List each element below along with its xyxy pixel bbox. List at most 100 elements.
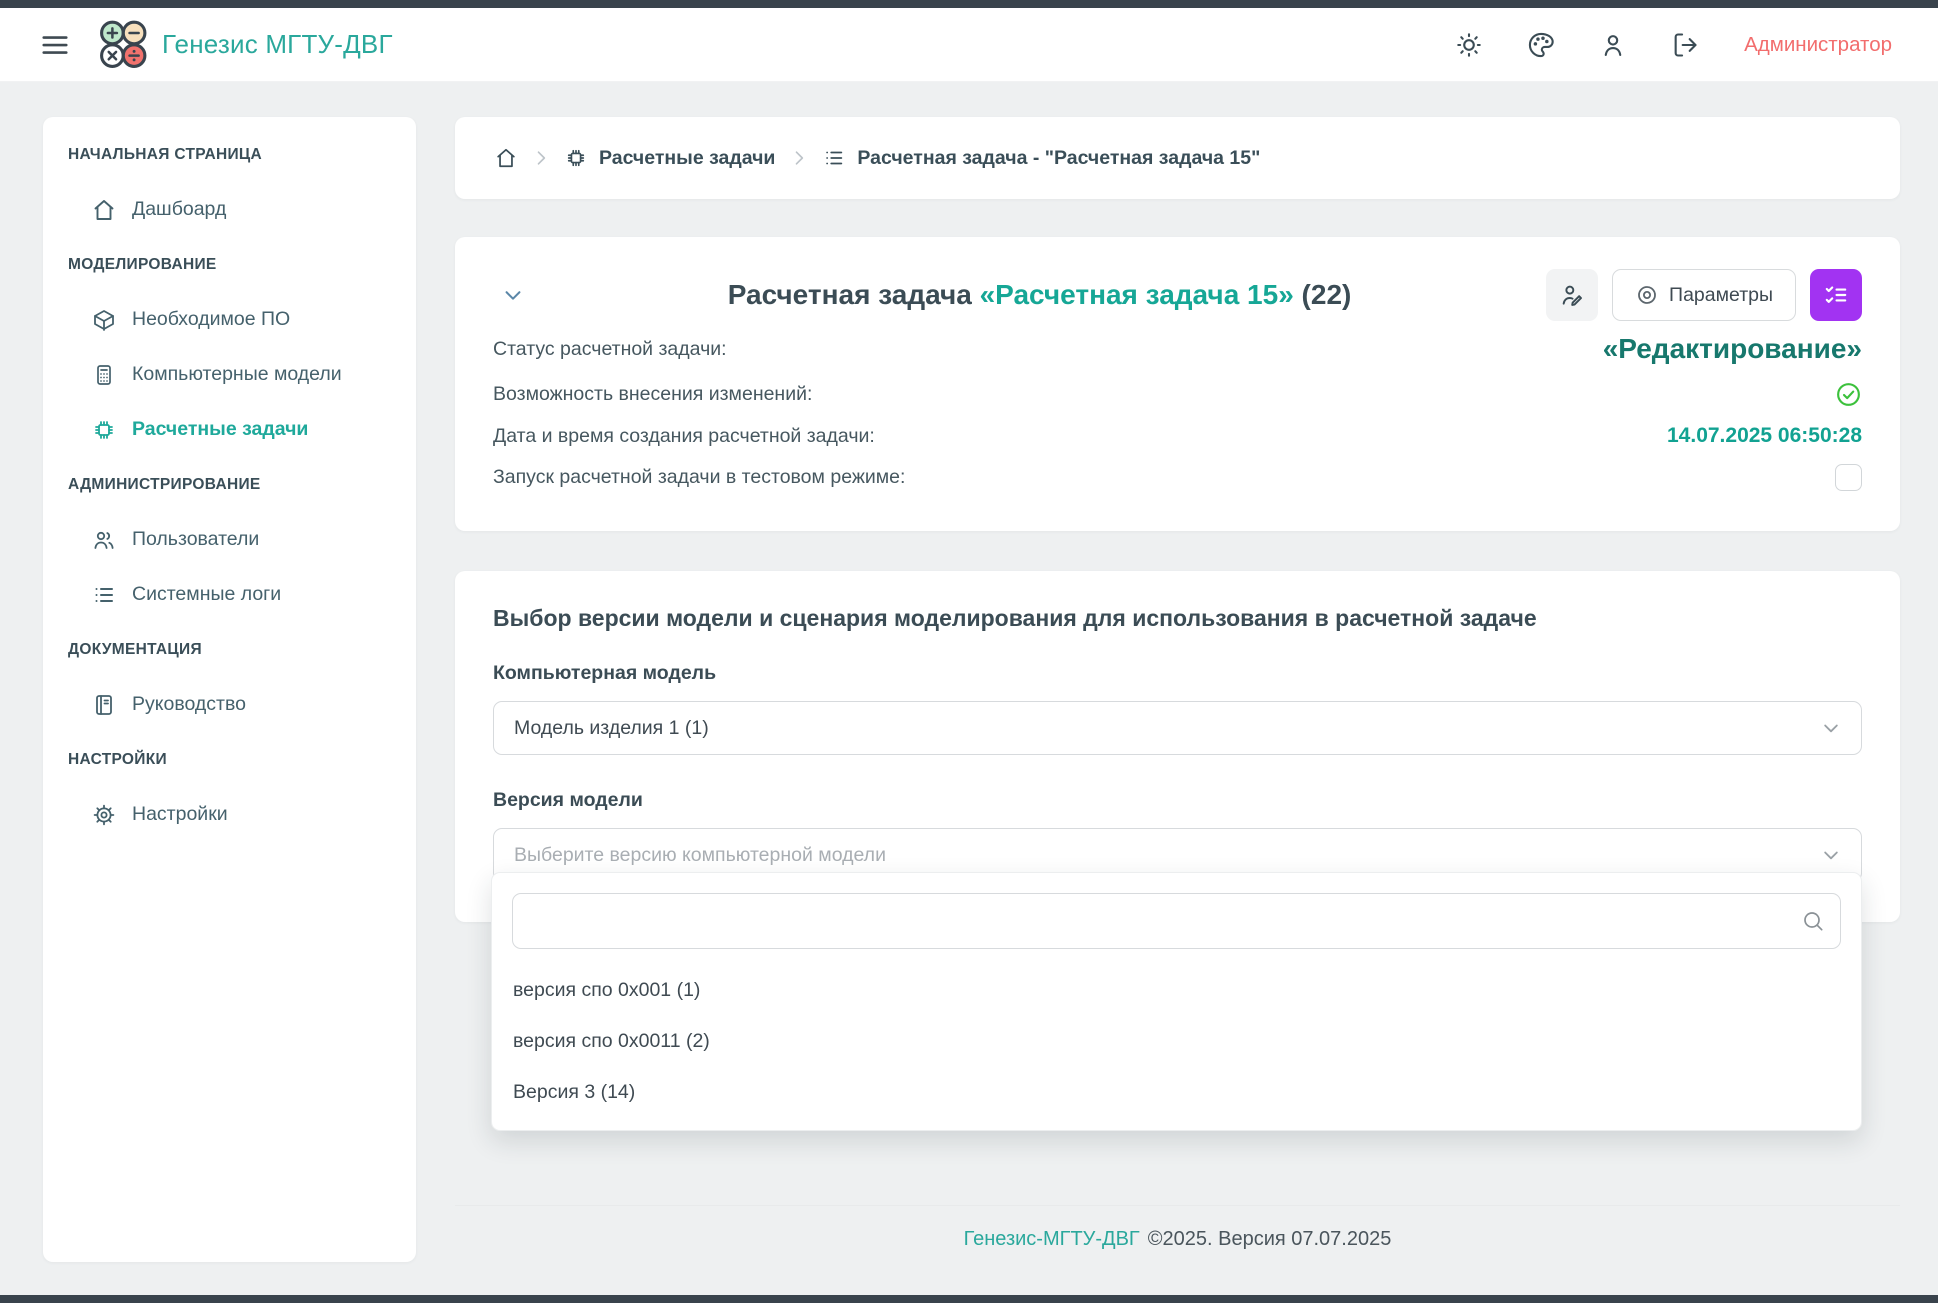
version-option[interactable]: версия спо 0x0011 (2) [492,1016,1861,1067]
task-created-row: Дата и время создания расчетной задачи: … [493,424,1862,448]
sidebar-item-required-software[interactable]: Необходимое ПО [43,292,416,347]
home-icon [92,198,116,222]
list-checks-icon [1823,282,1849,308]
sidebar-item-users[interactable]: Пользователи [43,512,416,567]
task-status-label: Статус расчетной задачи: [493,337,727,360]
users-icon [92,528,116,552]
model-select-value: Модель изделия 1 (1) [514,716,709,739]
sidebar-item-label: Руководство [132,693,246,715]
parameters-button[interactable]: Параметры [1612,269,1796,321]
calculator-icon [92,363,116,387]
app-logo-link[interactable]: Генезис МГТУ-ДВГ [96,18,393,72]
breadcrumb-calc-tasks-link[interactable]: Расчетные задачи [565,147,775,170]
testmode-checkbox[interactable] [1835,464,1862,491]
breadcrumb-current-task[interactable]: Расчетная задача - "Расчетная задача 15" [823,147,1260,170]
task-status-row: Статус расчетной задачи: «Редактирование… [493,333,1862,365]
chevron-right-icon [789,148,809,168]
breadcrumb-label: Расчетная задача - "Расчетная задача 15" [857,146,1261,169]
logout-button[interactable] [1670,30,1700,60]
sidebar-item-label: Дашбоард [132,198,227,220]
chevron-down-icon [502,284,524,306]
sidebar-item-system-logs[interactable]: Системные логи [43,567,416,622]
hamburger-menu-button[interactable] [40,28,74,62]
sidebar-item-dashboard[interactable]: Дашбоард [43,182,416,237]
task-status-value: «Редактирование» [1602,333,1862,364]
footer-brand-link[interactable]: Генезис-МГТУ-ДВГ [964,1228,1140,1250]
window-bottom-strip [0,1295,1938,1303]
page-body: НАЧАЛЬНАЯ СТРАНИЦА Дашбоард МОДЕЛИРОВАНИ… [0,82,1938,1295]
dropdown-search [512,893,1841,949]
chip-icon [92,418,116,442]
model-selection-card: Выбор версии модели и сценария моделиров… [455,571,1900,1131]
sidebar-item-manual[interactable]: Руководство [43,677,416,732]
app-logo-icon [96,18,150,72]
version-select-placeholder: Выберите версию компьютерной модели [514,843,886,866]
version-option[interactable]: версия спо 0x001 (1) [492,965,1861,1016]
chevron-down-icon [1821,845,1841,865]
sun-icon [1455,31,1483,59]
theme-toggle-button[interactable] [1454,30,1484,60]
eye-target-icon [1635,283,1659,307]
sidebar-item-label: Пользователи [132,528,260,550]
search-icon [1801,909,1825,933]
main-content: Расчетные задачи Расчетная задача - "Рас… [455,117,1900,1277]
sidebar-item-label: Компьютерные модели [132,363,342,385]
sidebar-section-administration: АДМИНИСТРИРОВАНИЕ [68,475,261,493]
dropdown-search-input[interactable] [512,893,1841,949]
sidebar-section-home: НАЧАЛЬНАЯ СТРАНИЦА [68,145,263,163]
task-editable-label: Возможность внесения изменений: [493,383,813,405]
sidebar-item-settings[interactable]: Настройки [43,787,416,842]
version-field-label: Версия модели [493,789,643,811]
list-icon [823,147,845,169]
sidebar-item-label: Необходимое ПО [132,308,291,330]
cube-icon [92,308,116,332]
breadcrumb-label: Расчетные задачи [599,146,776,169]
list-icon [92,583,116,607]
selection-heading: Выбор версии модели и сценария моделиров… [493,605,1537,631]
sidebar-item-label: Расчетные задачи [132,418,309,440]
palette-icon [1527,31,1555,59]
task-created-value: 14.07.2025 06:50:28 [1667,424,1862,447]
palette-button[interactable] [1526,30,1556,60]
sidebar-section-modeling: МОДЕЛИРОВАНИЕ [68,255,217,273]
app-brand-title: Генезис МГТУ-ДВГ [162,29,393,59]
sidebar-item-label: Системные логи [132,583,282,605]
app-header: Генезис МГТУ-ДВГ Администратор [0,8,1938,82]
logout-icon [1671,31,1699,59]
task-testmode-label: Запуск расчетной задачи в тестовом режим… [493,466,906,488]
footer-copyright: ©2025. Версия 07.07.2025 [1147,1228,1392,1250]
sidebar-section-documentation: ДОКУМЕНТАЦИЯ [68,640,202,658]
window-top-strip [0,0,1938,8]
sidebar-item-computer-models[interactable]: Компьютерные модели [43,347,416,402]
page-footer: Генезис-МГТУ-ДВГ ©2025. Версия 07.07.2025 [455,1205,1900,1277]
check-circle-icon [1835,381,1862,408]
breadcrumb-home-link[interactable] [495,147,517,169]
sidebar-item-label: Настройки [132,803,228,825]
task-testmode-row: Запуск расчетной задачи в тестовом режим… [493,464,1862,491]
task-title-name: «Расчетная задача 15» [979,279,1294,310]
chip-icon [565,147,587,169]
task-title: Расчетная задача «Расчетная задача 15» (… [533,279,1546,311]
version-option[interactable]: Версия 3 (14) [492,1067,1861,1118]
book-icon [92,693,116,717]
chevron-right-icon [531,148,551,168]
task-title-prefix: Расчетная задача [727,279,980,310]
assign-user-button[interactable] [1546,269,1599,321]
collapse-card-button[interactable] [493,275,533,315]
user-edit-icon [1559,282,1585,308]
task-title-counter: (22) [1293,279,1352,310]
task-summary-card: Расчетная задача «Расчетная задача 15» (… [455,237,1900,531]
profile-button[interactable] [1598,30,1628,60]
model-field-label: Компьютерная модель [493,662,717,684]
sidebar-item-calc-tasks[interactable]: Расчетные задачи [43,402,416,457]
gear-icon [92,803,116,827]
parameters-button-label: Параметры [1669,283,1773,306]
user-icon [1599,31,1627,59]
task-created-label: Дата и время создания расчетной задачи: [493,424,875,447]
chevron-down-icon [1821,718,1841,738]
sidebar-section-settings: НАСТРОЙКИ [68,750,167,768]
task-editable-row: Возможность внесения изменений: [493,381,1862,408]
model-select[interactable]: Модель изделия 1 (1) [493,701,1862,755]
checklist-button[interactable] [1810,269,1862,321]
task-header-buttons: Параметры [1546,269,1862,321]
